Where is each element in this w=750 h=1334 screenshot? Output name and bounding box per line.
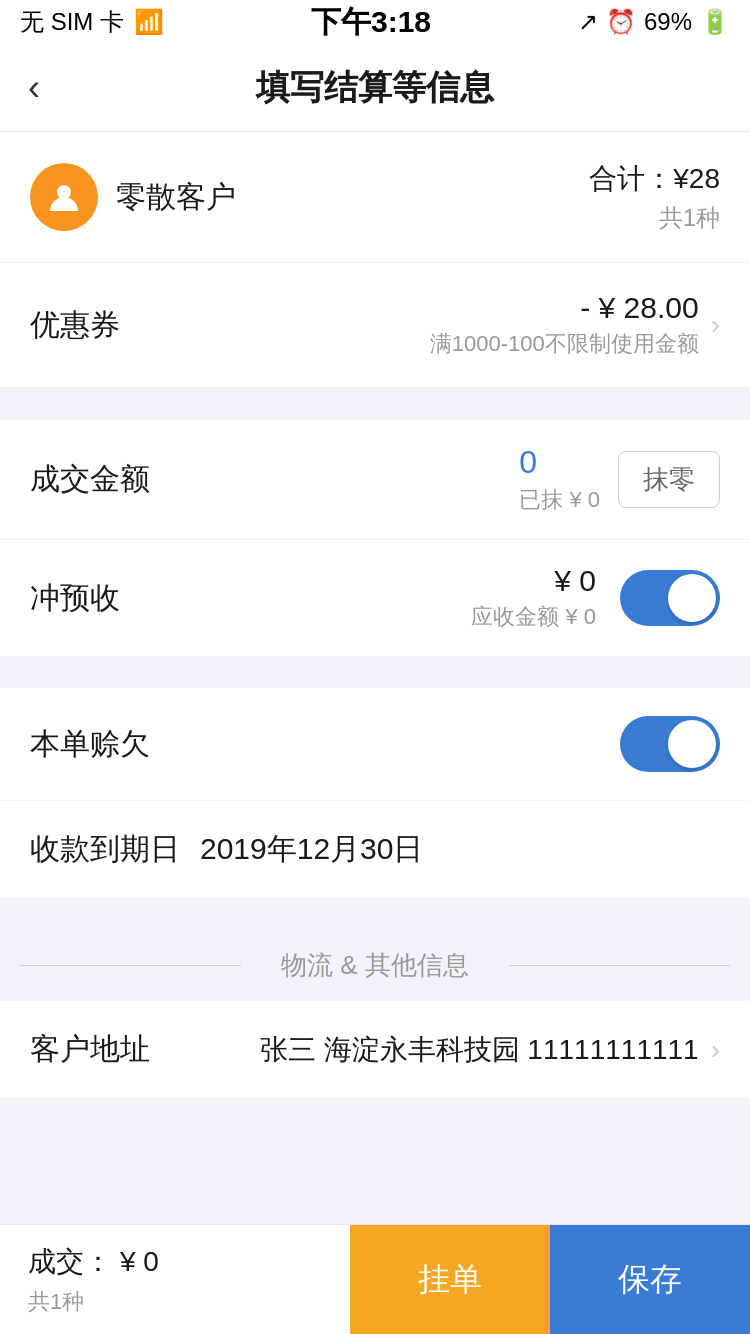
prepay-amount: ¥ 0 [471, 564, 596, 598]
bottom-bar: 成交： ¥ 0 共1种 挂单 保存 [0, 1224, 750, 1334]
battery-text: 69% [644, 8, 692, 36]
customer-left: 零散客户 [30, 163, 236, 231]
due-date-row: 收款到期日 2019年12月30日 [0, 800, 750, 898]
prepay-info: ¥ 0 应收金额 ¥ 0 [471, 564, 596, 632]
prepay-row: 冲预收 ¥ 0 应收金额 ¥ 0 [0, 540, 750, 656]
nav-bar: ‹ 填写结算等信息 [0, 44, 750, 132]
deal-amount-sub: 已抹 ¥ 0 [519, 485, 600, 515]
debt-row: 本单赊欠 [0, 688, 750, 800]
deal-amount-row: 成交金额 0 已抹 ¥ 0 抹零 [0, 420, 750, 540]
band-1 [0, 404, 750, 420]
location-icon: ↗ [578, 8, 598, 36]
due-date-label: 收款到期日 [30, 829, 180, 870]
bottom-info: 成交： ¥ 0 共1种 [0, 1225, 350, 1334]
prepay-label: 冲预收 [30, 578, 120, 619]
band-2 [0, 672, 750, 688]
coupon-desc: 满1000-100不限制使用金额 [430, 329, 699, 359]
status-bar: 无 SIM 卡 📶 下午3:18 ↗ ⏰ 69% 🔋 [0, 0, 750, 44]
alarm-icon: ⏰ [606, 8, 636, 36]
address-row[interactable]: 客户地址 张三 海淀永丰科技园 11111111111 › [0, 1001, 750, 1098]
address-label: 客户地址 [30, 1029, 150, 1070]
coupon-row[interactable]: 优惠券 - ¥ 28.00 满1000-100不限制使用金额 › [0, 262, 750, 388]
battery-icon: 🔋 [700, 8, 730, 36]
logistics-title: 物流 & 其他信息 [281, 948, 469, 983]
coupon-right: - ¥ 28.00 满1000-100不限制使用金额 › [430, 291, 720, 359]
band-3 [0, 914, 750, 930]
svg-point-0 [57, 185, 71, 199]
address-section: 客户地址 张三 海淀永丰科技园 11111111111 › [0, 1001, 750, 1098]
logistics-header: 物流 & 其他信息 [0, 930, 750, 1001]
customer-row: 零散客户 合计：¥28 共1种 [0, 132, 750, 262]
deal-amount-right: 0 已抹 ¥ 0 抹零 [519, 444, 720, 515]
prepay-toggle[interactable] [620, 570, 720, 626]
status-right: ↗ ⏰ 69% 🔋 [578, 8, 730, 36]
hang-single-button[interactable]: 挂单 [350, 1225, 550, 1334]
round-zero-button[interactable]: 抹零 [618, 451, 720, 508]
customer-count: 共1种 [589, 202, 720, 234]
address-chevron-icon: › [711, 1034, 720, 1066]
bottom-count: 共1种 [28, 1287, 322, 1317]
prepay-toggle-knob [668, 574, 716, 622]
bottom-deal-label: 成交： [28, 1243, 112, 1281]
customer-total: 合计：¥28 [589, 160, 720, 198]
coupon-label: 优惠券 [30, 305, 120, 346]
customer-section: 零散客户 合计：¥28 共1种 优惠券 - ¥ 28.00 满1000-100不… [0, 132, 750, 388]
bottom-deal: 成交： ¥ 0 [28, 1243, 322, 1281]
coupon-discount: - ¥ 28.00 [430, 291, 699, 325]
page-title: 填写结算等信息 [256, 65, 494, 111]
deal-amount-label: 成交金额 [30, 459, 150, 500]
due-date-value: 2019年12月30日 [200, 829, 423, 870]
customer-name: 零散客户 [116, 177, 236, 218]
status-left: 无 SIM 卡 📶 [20, 6, 164, 38]
bottom-deal-value: ¥ 0 [120, 1246, 159, 1278]
address-value: 张三 海淀永丰科技园 11111111111 [150, 1031, 699, 1069]
logistics-line-left [20, 965, 241, 966]
save-button[interactable]: 保存 [550, 1225, 750, 1334]
logistics-line-right [509, 965, 730, 966]
prepay-sub: 应收金额 ¥ 0 [471, 602, 596, 632]
no-sim-text: 无 SIM 卡 [20, 6, 124, 38]
bottom-spacer [0, 1114, 750, 1234]
customer-right: 合计：¥28 共1种 [589, 160, 720, 234]
status-time: 下午3:18 [311, 2, 431, 43]
customer-avatar [30, 163, 98, 231]
deal-amount-value: 0 [519, 444, 600, 481]
debt-toggle-knob [668, 720, 716, 768]
coupon-chevron-icon: › [711, 309, 720, 341]
debt-toggle[interactable] [620, 716, 720, 772]
prepay-right: ¥ 0 应收金额 ¥ 0 [471, 564, 720, 632]
coupon-info: - ¥ 28.00 满1000-100不限制使用金额 [430, 291, 699, 359]
debt-label: 本单赊欠 [30, 724, 150, 765]
back-button[interactable]: ‹ [28, 67, 40, 109]
debt-section: 本单赊欠 收款到期日 2019年12月30日 [0, 688, 750, 898]
deal-section: 成交金额 0 已抹 ¥ 0 抹零 冲预收 ¥ 0 应收金额 ¥ 0 [0, 420, 750, 656]
wifi-icon: 📶 [134, 8, 164, 36]
